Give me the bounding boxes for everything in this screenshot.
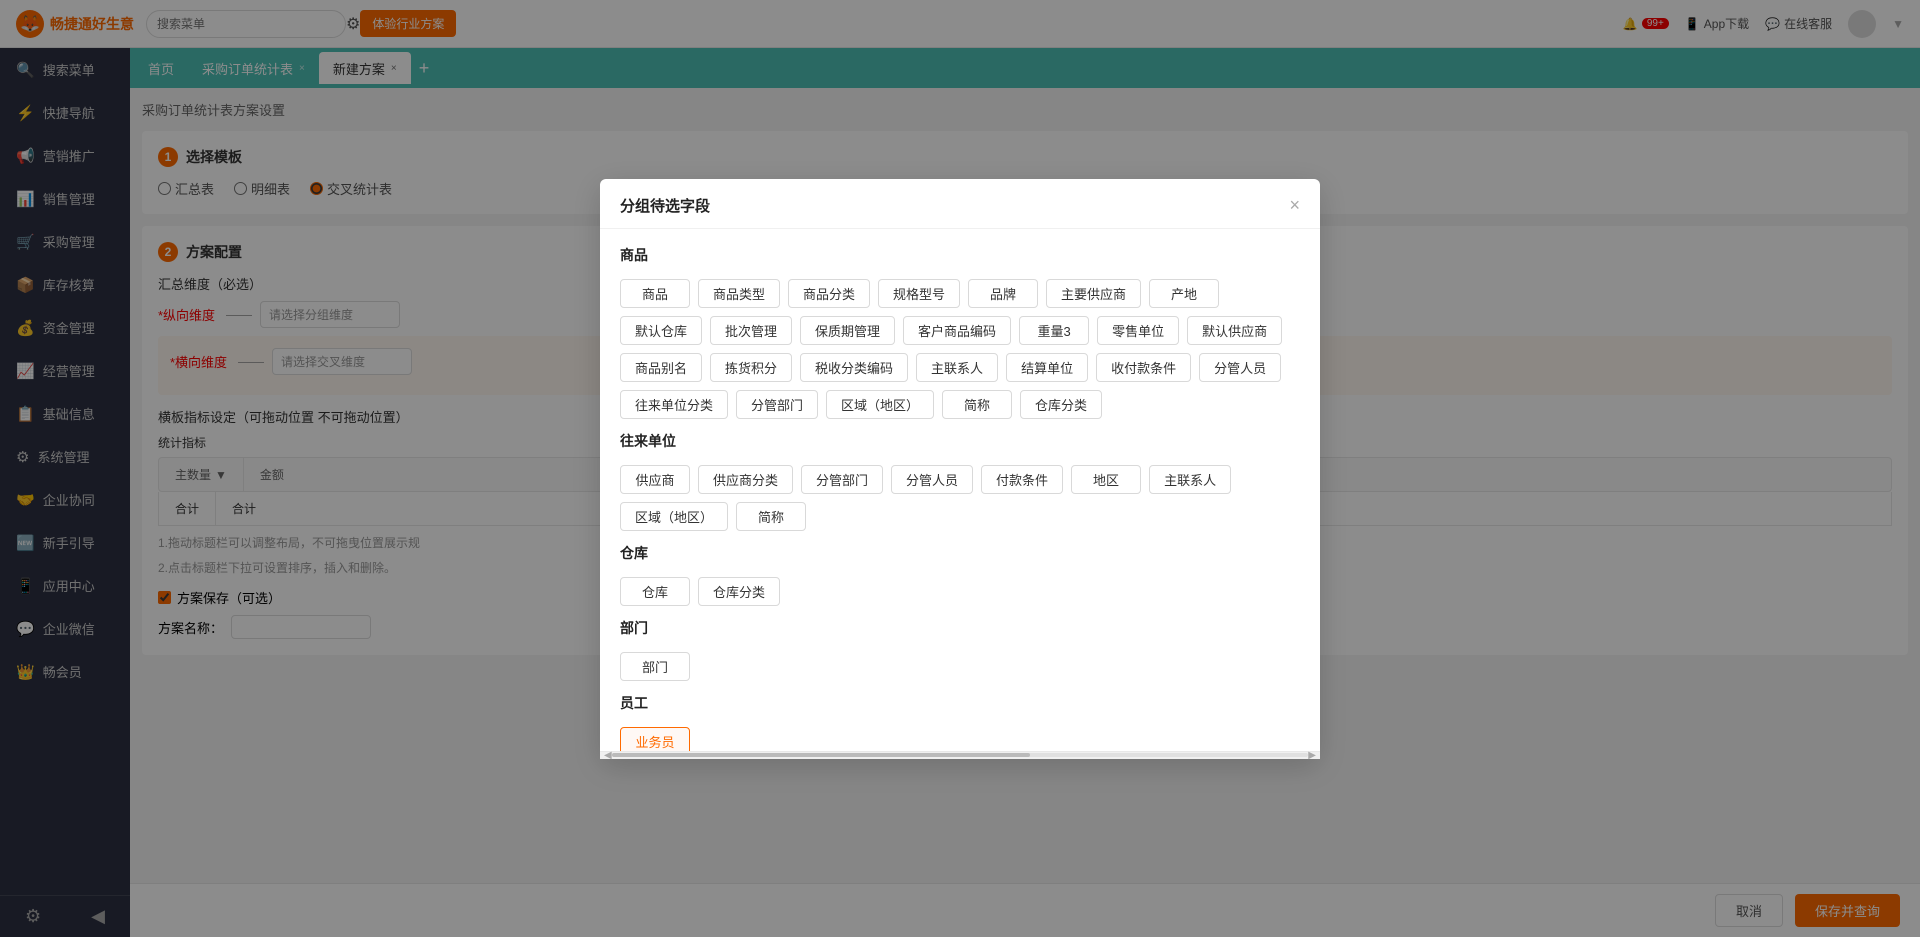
field-tag[interactable]: 商品别名 — [620, 353, 702, 382]
field-tag[interactable]: 分管人员 — [891, 465, 973, 494]
field-tag[interactable]: 默认仓库 — [620, 316, 702, 345]
field-tag[interactable]: 供应商 — [620, 465, 690, 494]
field-tag[interactable]: 商品类型 — [698, 279, 780, 308]
group-fields-dept: 部门 — [620, 652, 1300, 681]
field-tag[interactable]: 重量3 — [1019, 316, 1089, 345]
field-tag[interactable]: 分管部门 — [736, 390, 818, 419]
scrollbar-thumb[interactable] — [612, 753, 1030, 757]
field-tag[interactable]: 区域（地区） — [620, 502, 728, 531]
field-tag[interactable]: 往来单位分类 — [620, 390, 728, 419]
field-tag-salesperson[interactable]: 业务员 — [620, 727, 690, 751]
field-tag[interactable]: 主要供应商 — [1046, 279, 1141, 308]
field-tag[interactable]: 结算单位 — [1006, 353, 1088, 382]
field-tag[interactable]: 区域（地区） — [826, 390, 934, 419]
field-tag[interactable]: 零售单位 — [1097, 316, 1179, 345]
field-tag[interactable]: 分管部门 — [801, 465, 883, 494]
group-title-dept: 部门 — [620, 618, 1300, 642]
field-tag[interactable]: 付款条件 — [981, 465, 1063, 494]
field-tag[interactable]: 品牌 — [968, 279, 1038, 308]
group-title-partners: 往来单位 — [620, 431, 1300, 455]
field-tag[interactable]: 地区 — [1071, 465, 1141, 494]
field-tag[interactable]: 默认供应商 — [1187, 316, 1282, 345]
field-tag[interactable]: 收付款条件 — [1096, 353, 1191, 382]
modal-body: 商品 商品 商品类型 商品分类 规格型号 品牌 主要供应商 产地 默认仓库 批次… — [600, 229, 1320, 751]
scrollbar-track[interactable] — [612, 753, 1309, 757]
group-title-products: 商品 — [620, 245, 1300, 269]
field-tag[interactable]: 保质期管理 — [800, 316, 895, 345]
modal: 分组待选字段 × 商品 商品 商品类型 商品分类 规格型号 品牌 主要供应商 产… — [600, 179, 1320, 759]
field-tag[interactable]: 主联系人 — [916, 353, 998, 382]
scroll-left-arrow[interactable]: ◀ — [604, 750, 612, 761]
field-tag[interactable]: 仓库分类 — [698, 577, 780, 606]
field-tag[interactable]: 仓库 — [620, 577, 690, 606]
group-fields-warehouse: 仓库 仓库分类 — [620, 577, 1300, 606]
field-tag[interactable]: 产地 — [1149, 279, 1219, 308]
field-tag[interactable]: 简称 — [736, 502, 806, 531]
field-tag[interactable]: 仓库分类 — [1020, 390, 1102, 419]
field-tag[interactable]: 部门 — [620, 652, 690, 681]
field-tag[interactable]: 简称 — [942, 390, 1012, 419]
field-tag[interactable]: 商品分类 — [788, 279, 870, 308]
modal-close-button[interactable]: × — [1289, 195, 1300, 216]
modal-scrollbar[interactable]: ◀ ▶ — [600, 751, 1320, 759]
field-tag[interactable]: 主联系人 — [1149, 465, 1231, 494]
modal-header: 分组待选字段 × — [600, 179, 1320, 229]
field-tag[interactable]: 客户商品编码 — [903, 316, 1011, 345]
field-tag[interactable]: 拣货积分 — [710, 353, 792, 382]
group-fields-products: 商品 商品类型 商品分类 规格型号 品牌 主要供应商 产地 默认仓库 批次管理 … — [620, 279, 1300, 419]
field-tag[interactable]: 分管人员 — [1199, 353, 1281, 382]
group-title-staff: 员工 — [620, 693, 1300, 717]
field-tag[interactable]: 商品 — [620, 279, 690, 308]
field-tag[interactable]: 批次管理 — [710, 316, 792, 345]
group-fields-staff: 业务员 — [620, 727, 1300, 751]
group-fields-partners: 供应商 供应商分类 分管部门 分管人员 付款条件 地区 主联系人 区域（地区） … — [620, 465, 1300, 531]
group-title-warehouse: 仓库 — [620, 543, 1300, 567]
field-tag[interactable]: 规格型号 — [878, 279, 960, 308]
modal-title: 分组待选字段 — [620, 195, 710, 216]
field-tag[interactable]: 税收分类编码 — [800, 353, 908, 382]
modal-overlay: 分组待选字段 × 商品 商品 商品类型 商品分类 规格型号 品牌 主要供应商 产… — [0, 0, 1920, 937]
field-tag[interactable]: 供应商分类 — [698, 465, 793, 494]
scroll-right-arrow[interactable]: ▶ — [1308, 750, 1316, 761]
